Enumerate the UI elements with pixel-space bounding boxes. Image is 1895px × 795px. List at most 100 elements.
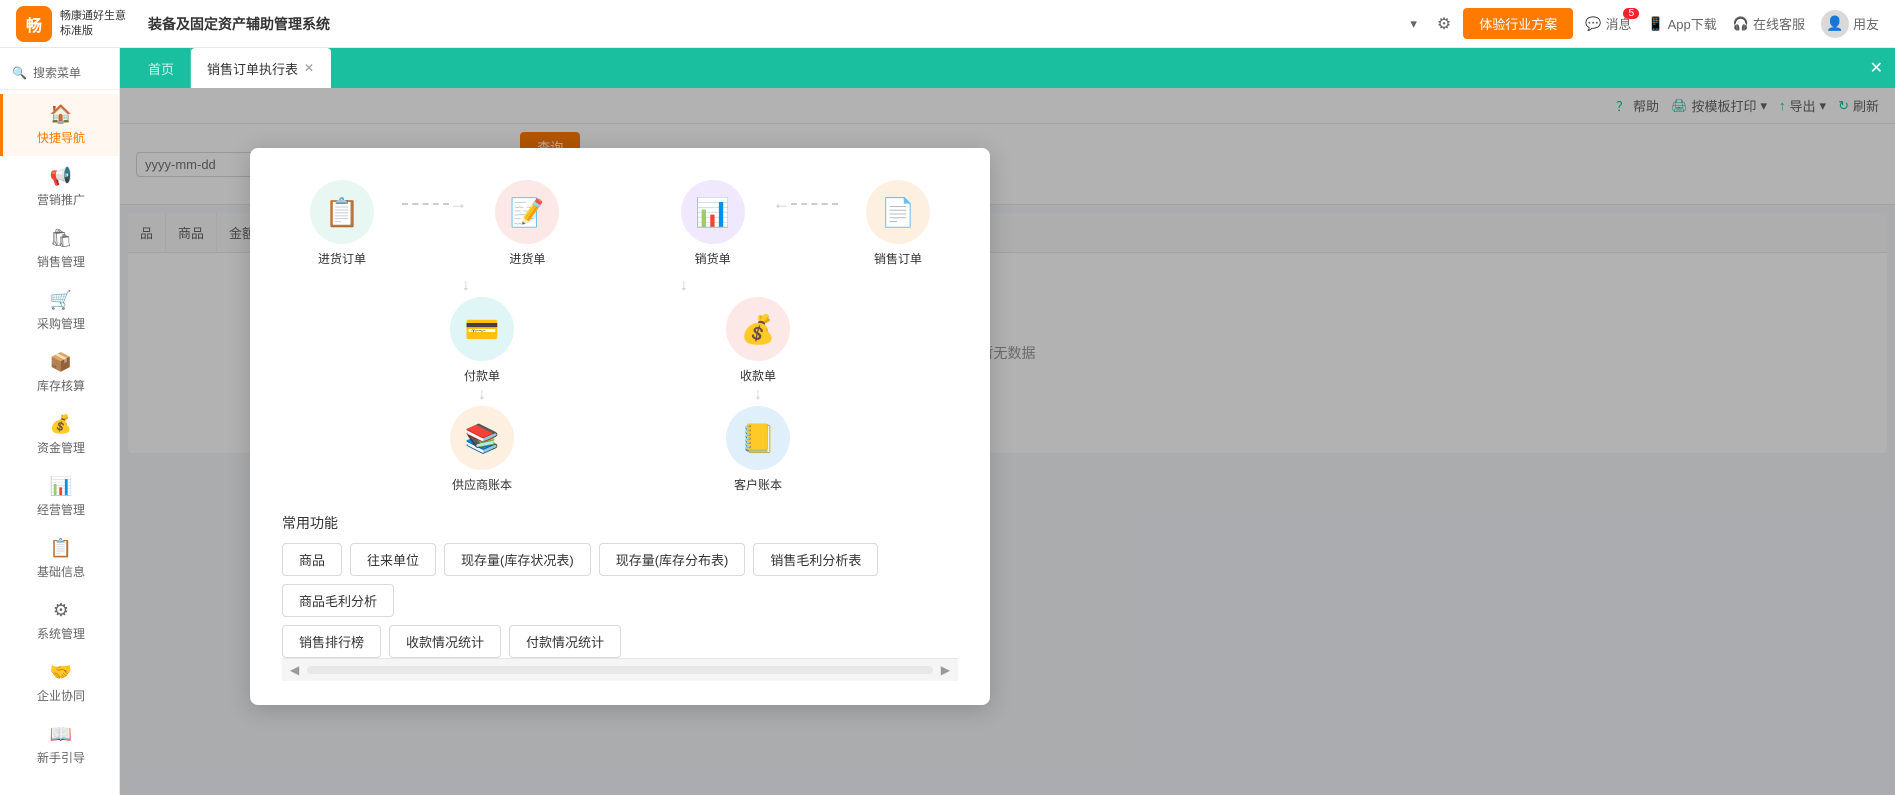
arrow-so-to-sr: ← [773, 193, 838, 254]
flow-arrows-down: ↓ ↓ [282, 275, 958, 297]
flow-node-purchase-order[interactable]: 📋 进货订单 [282, 180, 402, 267]
common-btn-stock-dist[interactable]: 现存量(库存分布表) [599, 543, 746, 576]
headset-icon: 🎧 [1733, 16, 1749, 32]
sidebar-item-enterprise[interactable]: 🤝 企业协同 [0, 652, 119, 714]
receipt-icon: 💰 [741, 313, 776, 346]
flow-node-sales-receipt[interactable]: 📊 销货单 [653, 180, 773, 267]
sidebar-search[interactable]: 🔍 搜索菜单 [0, 56, 119, 90]
sidebar-item-sales[interactable]: 🛍 销售管理 [0, 218, 119, 280]
operations-icon: 📊 [50, 476, 72, 497]
experience-btn[interactable]: 体验行业方案 [1463, 8, 1573, 39]
arrow-pr-down: ↓ [462, 275, 470, 297]
sidebar-item-operations[interactable]: 📊 经营管理 [0, 466, 119, 528]
receipt-circle: 💰 [726, 297, 790, 361]
arrow-sr-down: ↓ [680, 275, 688, 297]
message-badge: 5 [1623, 8, 1639, 19]
common-functions-title: 常用功能 [282, 513, 958, 533]
content-area: 首页 销售订单执行表 ✕ ✕ ？ 帮助 🖨 按模板打印 ▾ [120, 48, 1895, 795]
common-btn-goods[interactable]: 商品 [282, 543, 342, 576]
avatar: 👤 [1821, 10, 1849, 38]
common-btn-sales-rank[interactable]: 销售排行榜 [282, 625, 381, 658]
flow-node-customer-ledger[interactable]: 📒 客户账本 [698, 406, 818, 493]
flow-arrows-down-2: ↓ ↓ [282, 384, 958, 406]
scroll-right-arrow[interactable]: ▶ [941, 663, 950, 677]
logo: 畅 畅康通好生意 标准版 [16, 6, 136, 42]
flow-node-sales-order[interactable]: 📄 销售订单 [838, 180, 958, 267]
topbar-right: 💬 消息 5 📱 App下载 🎧 在线客服 👤 用友 [1585, 10, 1879, 38]
flow-node-receipt[interactable]: 💰 收款单 [698, 297, 818, 384]
flow-row-1: 📋 进货订单 → 📝 进货单 [282, 172, 958, 275]
common-btn-sales-margin[interactable]: 销售毛利分析表 [753, 543, 878, 576]
common-btn-counterpart[interactable]: 往来单位 [350, 543, 436, 576]
payment-icon: 💳 [465, 313, 500, 346]
sidebar-item-purchase[interactable]: 🛒 采购管理 [0, 280, 119, 342]
sidebar-item-basic-info[interactable]: 📋 基础信息 [0, 528, 119, 590]
tab-close-all[interactable]: ✕ [1870, 58, 1883, 78]
marketing-icon: 📢 [50, 166, 72, 187]
settings-icon[interactable]: ⚙ [1437, 14, 1451, 34]
sidebar-item-newbie[interactable]: 📖 新手引导 [0, 714, 119, 776]
common-btn-payment-stat[interactable]: 付款情况统计 [509, 625, 621, 658]
purchase-icon: 🛒 [50, 290, 72, 311]
common-btn-receipt-stat[interactable]: 收款情况统计 [389, 625, 501, 658]
modal-scrollbar: ◀ ▶ [282, 658, 958, 681]
arrow-rec-down: ↓ [698, 384, 818, 406]
phone-icon: 📱 [1647, 16, 1663, 32]
sidebar-item-system[interactable]: ⚙ 系统管理 [0, 590, 119, 652]
tab-close-icon[interactable]: ✕ [304, 61, 314, 75]
customer-ledger-circle: 📒 [726, 406, 790, 470]
sidebar-item-inventory[interactable]: 📦 库存核算 [0, 342, 119, 404]
flow-node-purchase-receipt[interactable]: 📝 进货单 [467, 180, 587, 267]
purchase-receipt-circle: 📝 [495, 180, 559, 244]
sidebar: 🔍 搜索菜单 🏠 快捷导航 📢 营销推广 🛍 销售管理 🛒 采购管理 📦 库存核… [0, 48, 120, 795]
arrow-pay-down: ↓ [422, 384, 542, 406]
logo-icon: 畅 [16, 6, 52, 42]
online-service-btn[interactable]: 🎧 在线客服 [1733, 14, 1805, 33]
enterprise-icon: 🤝 [50, 662, 72, 683]
flow-node-supplier-ledger[interactable]: 📚 供应商账本 [422, 406, 542, 493]
home-icon: 🏠 [50, 104, 72, 125]
sidebar-item-marketing[interactable]: 📢 营销推广 [0, 156, 119, 218]
payment-circle: 💳 [450, 297, 514, 361]
system-title: 装备及固定资产辅助管理系统 [148, 14, 1398, 34]
user-menu[interactable]: 👤 用友 [1821, 10, 1879, 38]
finance-icon: 💰 [50, 414, 72, 435]
basic-info-icon: 📋 [50, 538, 72, 559]
page-area: ？ 帮助 🖨 按模板打印 ▾ ↑ 导出 ▾ ↻ 刷新 [120, 88, 1895, 795]
common-btn-stock-status[interactable]: 现存量(库存状况表) [444, 543, 591, 576]
tab-sales-order[interactable]: 销售订单执行表 ✕ [191, 48, 331, 88]
sales-order-circle: 📄 [866, 180, 930, 244]
tab-home[interactable]: 首页 [132, 48, 191, 88]
flow-modal: 📋 进货订单 → 📝 进货单 [250, 148, 990, 705]
supplier-ledger-icon: 📚 [465, 422, 500, 455]
sales-order-icon: 📄 [881, 196, 916, 229]
common-buttons-row1: 商品 往来单位 现存量(库存状况表) 现存量(库存分布表) 销售毛利分析表 商品… [282, 543, 958, 617]
sales-receipt-icon: 📊 [695, 196, 730, 229]
sidebar-item-quick-nav[interactable]: 🏠 快捷导航 [0, 94, 119, 156]
scroll-track[interactable] [307, 666, 933, 674]
topbar: 畅 畅康通好生意 标准版 装备及固定资产辅助管理系统 ▾ ⚙ 体验行业方案 💬 … [0, 0, 1895, 48]
flow-node-payment[interactable]: 💳 付款单 [422, 297, 542, 384]
flow-row-2: 💳 付款单 💰 收款单 [282, 297, 958, 384]
common-functions: 常用功能 商品 往来单位 现存量(库存状况表) 现存量(库存分布表) 销售毛利分… [282, 513, 958, 658]
arrow-po-to-pr: → [402, 193, 467, 254]
sales-icon: 🛍 [50, 228, 73, 249]
common-btn-goods-margin[interactable]: 商品毛利分析 [282, 584, 394, 617]
main-layout: 🔍 搜索菜单 🏠 快捷导航 📢 营销推广 🛍 销售管理 🛒 采购管理 📦 库存核… [0, 48, 1895, 795]
sales-receipt-circle: 📊 [681, 180, 745, 244]
supplier-ledger-circle: 📚 [450, 406, 514, 470]
inventory-icon: 📦 [50, 352, 72, 373]
scroll-left-arrow[interactable]: ◀ [290, 663, 299, 677]
flow-row-3: 📚 供应商账本 📒 客户账本 [282, 406, 958, 493]
system-dropdown[interactable]: ▾ [1410, 16, 1417, 32]
sidebar-item-finance[interactable]: 💰 资金管理 [0, 404, 119, 466]
newbie-icon: 📖 [50, 724, 72, 745]
purchase-order-icon: 📋 [325, 196, 360, 229]
app-download-btn[interactable]: 📱 App下载 [1647, 14, 1716, 33]
message-icon: 💬 [1585, 16, 1601, 32]
purchase-receipt-icon: 📝 [510, 196, 545, 229]
logo-text: 畅康通好生意 标准版 [60, 9, 126, 38]
common-buttons-row2: 销售排行榜 收款情况统计 付款情况统计 [282, 625, 958, 658]
search-icon: 🔍 [12, 66, 27, 80]
message-btn[interactable]: 💬 消息 5 [1585, 14, 1631, 33]
